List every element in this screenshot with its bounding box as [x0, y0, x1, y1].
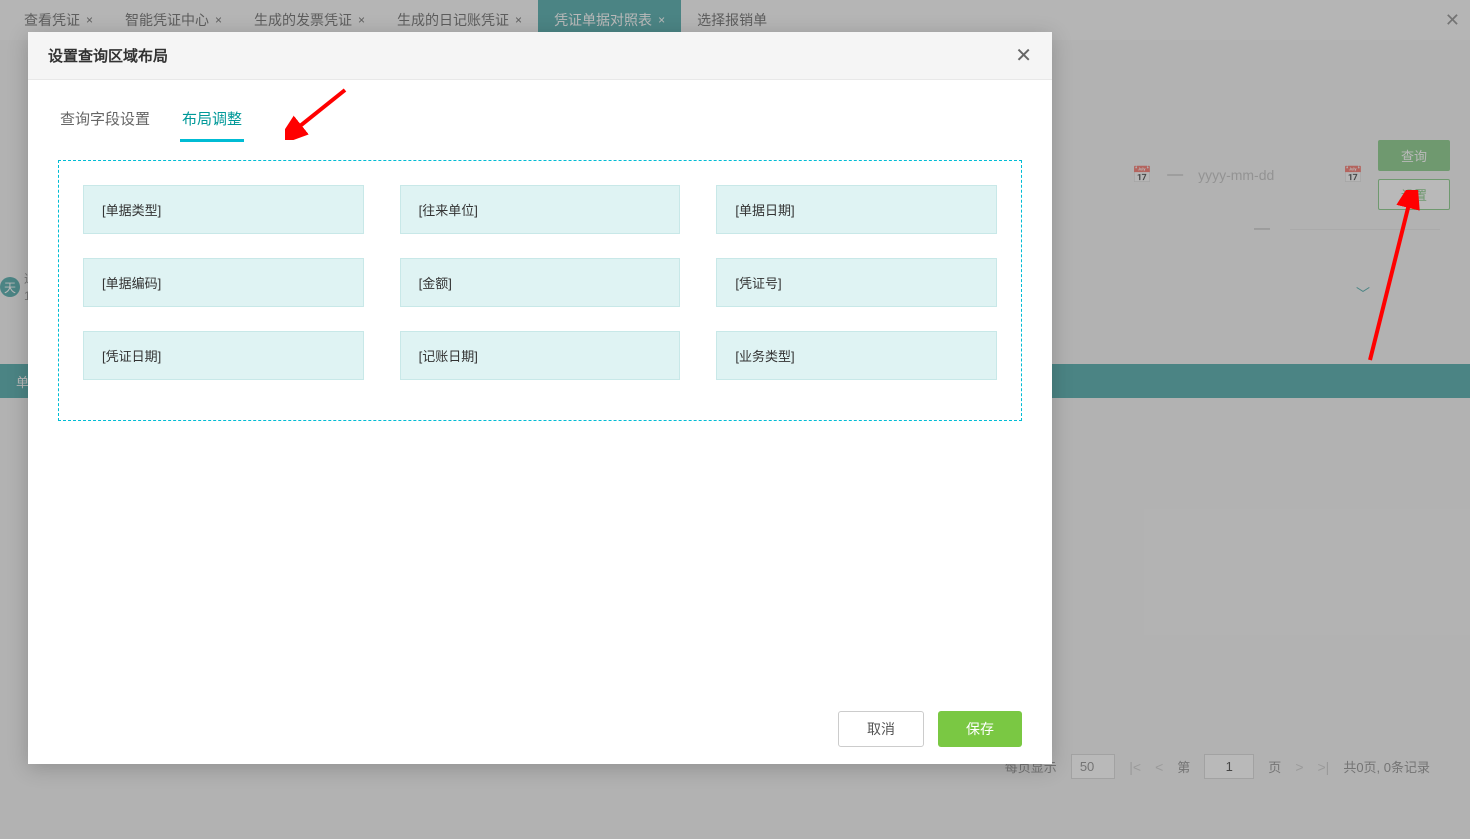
modal-title: 设置查询区域布局 — [48, 45, 168, 66]
cancel-button[interactable]: 取消 — [838, 711, 924, 747]
layout-item-partner[interactable]: [往来单位] — [400, 185, 681, 234]
layout-item-doc-code[interactable]: [单据编码] — [83, 258, 364, 307]
tab-query-fields[interactable]: 查询字段设置 — [58, 100, 152, 142]
tab-layout-adjust[interactable]: 布局调整 — [180, 100, 244, 142]
layout-item-doc-type[interactable]: [单据类型] — [83, 185, 364, 234]
save-button[interactable]: 保存 — [938, 711, 1022, 747]
layout-item-voucher-no[interactable]: [凭证号] — [716, 258, 997, 307]
modal-header: 设置查询区域布局 ✕ — [28, 32, 1052, 80]
modal-body: 查询字段设置 布局调整 [单据类型] [往来单位] [单据日期] [单据编码] … — [28, 80, 1052, 706]
layout-dropzone[interactable]: [单据类型] [往来单位] [单据日期] [单据编码] [金额] [凭证号] [… — [58, 160, 1022, 421]
layout-item-doc-date[interactable]: [单据日期] — [716, 185, 997, 234]
layout-item-biz-type[interactable]: [业务类型] — [716, 331, 997, 380]
modal-close-button[interactable]: ✕ — [1015, 43, 1032, 68]
modal-footer: 取消 保存 — [28, 706, 1052, 764]
layout-item-amount[interactable]: [金额] — [400, 258, 681, 307]
modal-tabs: 查询字段设置 布局调整 — [58, 100, 1022, 142]
layout-settings-modal: 设置查询区域布局 ✕ 查询字段设置 布局调整 [单据类型] [往来单位] [单据… — [28, 32, 1052, 764]
layout-item-posting-date[interactable]: [记账日期] — [400, 331, 681, 380]
layout-item-voucher-date[interactable]: [凭证日期] — [83, 331, 364, 380]
